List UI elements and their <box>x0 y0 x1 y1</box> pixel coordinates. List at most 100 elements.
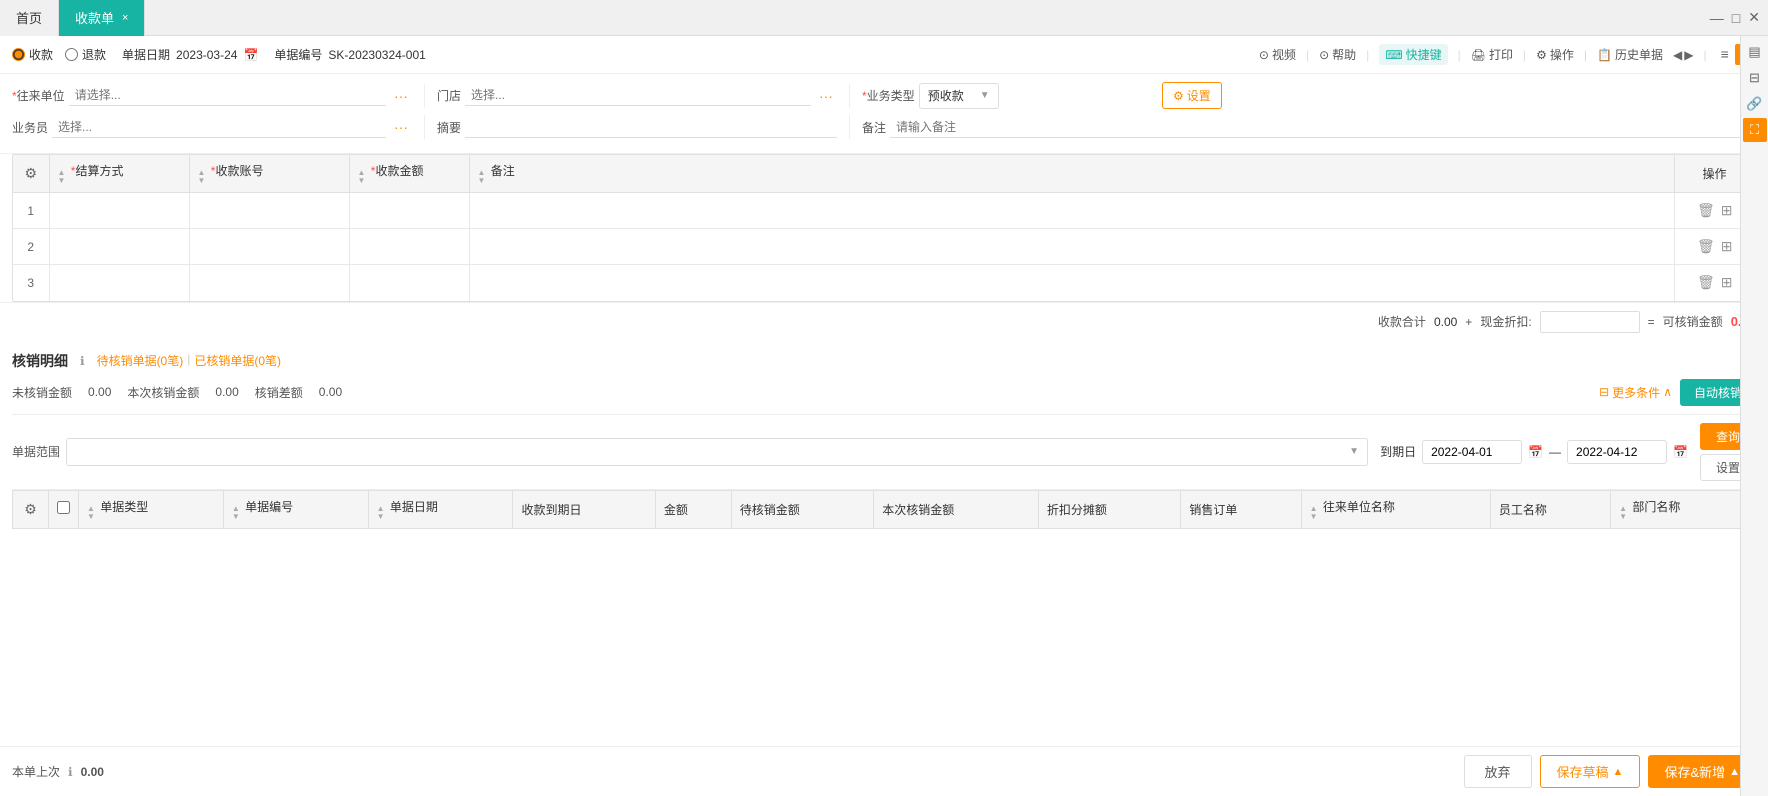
tab-shoukudan[interactable]: 收款单 × <box>59 0 145 36</box>
radio-shoukuan[interactable]: 收款 <box>12 46 53 63</box>
row-3-account[interactable] <box>189 265 349 301</box>
row-num-2: 2 <box>13 229 49 265</box>
bottom-col-type: ▲▼ 单据类型 <box>79 490 224 528</box>
row-1-delete-icon[interactable]: 🗑 <box>1697 202 1715 219</box>
tab-done[interactable]: 已核销单据(0笔) <box>194 352 281 369</box>
operate-btn[interactable]: ⚙ 操作 <box>1536 46 1574 63</box>
tab-home[interactable]: 首页 <box>0 0 59 36</box>
footer: 本单上次 ℹ 0.00 放弃 保存草稿 ▲ 保存&新增 ▲ <box>0 746 1768 796</box>
store-field: 门店 ··· <box>437 85 837 106</box>
row-1-copy-icon[interactable]: ⊞ <box>1721 202 1733 219</box>
bottom-select-all[interactable] <box>57 501 70 514</box>
verify-info-icon[interactable]: ℹ <box>80 354 85 368</box>
row-3-remark[interactable] <box>469 265 1675 301</box>
store-more-icon[interactable]: ··· <box>815 88 837 104</box>
bottom-table: ⚙ ▲▼ 单据类型 ▲▼ 单据编号 ▲▼ 单据日期 <box>12 490 1756 529</box>
tab-pending[interactable]: 待核销单据(0笔) <box>97 352 184 369</box>
settings-button[interactable]: ⚙ 设置 <box>1162 82 1222 109</box>
chevron-up-icon: ∧ <box>1663 385 1672 399</box>
bottom-col-counterparty: ▲▼ 往来单位名称 <box>1301 490 1490 528</box>
date-to-calendar-icon[interactable]: 📅 <box>1673 445 1688 459</box>
print-btn[interactable]: 🖨 打印 <box>1471 46 1513 63</box>
save-draft-button[interactable]: 保存草稿 ▲ <box>1540 755 1641 788</box>
nav-next-icon[interactable]: ▶ <box>1684 48 1693 62</box>
date-from-input[interactable] <box>1422 440 1522 464</box>
row-2-delete-icon[interactable]: 🗑 <box>1697 238 1715 255</box>
sidebar-list-icon[interactable]: ⊟ <box>1743 66 1767 90</box>
bottom-col-current: 本次核销金额 <box>874 490 1039 528</box>
row-2-remark[interactable] <box>469 229 1675 265</box>
history-icon: 📋 <box>1597 48 1612 62</box>
row-2-account[interactable] <box>189 229 349 265</box>
help-btn[interactable]: ⊙ 帮助 <box>1319 46 1356 63</box>
counterparty-field: *往来单位 ··· <box>12 85 412 106</box>
salesperson-input[interactable] <box>52 117 386 138</box>
col-amount: ▲▼ *收款金额 <box>349 155 469 193</box>
remark-input[interactable] <box>890 117 1756 138</box>
sidebar-expand-icon[interactable]: ⛶ <box>1743 118 1767 142</box>
date-calendar-icon[interactable]: 📅 <box>243 48 258 62</box>
row-3-copy-icon[interactable]: ⊞ <box>1721 274 1733 291</box>
minimize-icon[interactable]: — <box>1710 10 1724 26</box>
range-field: 单据范围 ▼ <box>12 438 1368 466</box>
table-header-row: ⚙ ▲▼ *结算方式 ▲▼ *收款账号 ▲▼ *收款金额 <box>13 155 1755 193</box>
history-btn[interactable]: 📋 历史单据 <box>1597 46 1663 63</box>
business-type-chevron-icon: ▼ <box>980 90 990 101</box>
footer-info-icon[interactable]: ℹ <box>68 765 73 779</box>
bottom-col-employee: 员工名称 <box>1490 490 1610 528</box>
layout-list-icon[interactable]: ≡ <box>1717 44 1733 65</box>
shortcut-btn[interactable]: ⌨ 快捷键 <box>1379 44 1447 65</box>
uncancelled-value: 0.00 <box>88 385 111 399</box>
business-type-select[interactable]: 预收款 ▼ <box>919 83 999 109</box>
footer-label: 本单上次 <box>12 763 60 780</box>
number-field: 单据编号 SK-20230324-001 <box>274 46 425 63</box>
discard-button[interactable]: 放弃 <box>1464 755 1532 788</box>
more-conditions-btn[interactable]: ⊟ 更多条件 ∧ <box>1599 379 1672 406</box>
tab-close-icon[interactable]: × <box>122 12 128 24</box>
footer-value: 0.00 <box>81 765 104 779</box>
filter-row: 单据范围 ▼ 到期日 📅 — 📅 查询 设置 <box>12 414 1756 490</box>
salesperson-more-icon[interactable]: ··· <box>390 119 412 135</box>
nav-prev-icon[interactable]: ◀ <box>1673 48 1682 62</box>
bottom-col-amount: 金额 <box>655 490 731 528</box>
date-from-calendar-icon[interactable]: 📅 <box>1528 445 1543 459</box>
nav-arrows: ◀ ▶ <box>1673 48 1693 62</box>
bottom-col-settings: ⚙ <box>13 490 49 528</box>
store-input[interactable] <box>465 85 811 106</box>
date-to-input[interactable] <box>1567 440 1667 464</box>
sidebar-table-icon[interactable]: ▤ <box>1743 40 1767 64</box>
bottom-col-sales-order: 销售订单 <box>1181 490 1301 528</box>
maximize-icon[interactable]: □ <box>1732 10 1740 26</box>
row-num-1: 1 <box>13 193 49 229</box>
summary-input[interactable] <box>465 117 837 138</box>
row-3-amount[interactable] <box>349 265 469 301</box>
row-2-copy-icon[interactable]: ⊞ <box>1721 238 1733 255</box>
form-row-2: 业务员 ··· 摘要 备注 <box>12 115 1756 139</box>
close-icon[interactable]: ✕ <box>1748 9 1760 26</box>
counterparty-input[interactable] <box>69 85 386 106</box>
summary-row: 收款合计 0.00 + 现金折扣: = 可核销金额 0.00 <box>0 302 1768 341</box>
row-1-remark[interactable] <box>469 193 1675 229</box>
bottom-table-settings-icon[interactable]: ⚙ <box>24 501 37 517</box>
row-2-settlement[interactable] <box>49 229 189 265</box>
sidebar-link-icon[interactable]: 🔗 <box>1743 92 1767 116</box>
counterparty-more-icon[interactable]: ··· <box>390 88 412 104</box>
type-radio-group: 收款 退款 <box>12 46 106 63</box>
range-select[interactable]: ▼ <box>66 438 1368 466</box>
row-1-amount[interactable] <box>349 193 469 229</box>
right-sidebar: ▤ ⊟ 🔗 ⛶ <box>1740 36 1768 796</box>
toolbar: 收款 退款 单据日期 2023-03-24 📅 单据编号 SK-20230324… <box>0 36 1768 74</box>
row-3-settlement[interactable] <box>49 265 189 301</box>
discount-input[interactable] <box>1540 311 1640 333</box>
form-row-1: *往来单位 ··· 门店 ··· *业务类型 预收款 ▼ ⚙ 设置 <box>12 82 1756 109</box>
row-1-settlement[interactable] <box>49 193 189 229</box>
row-3-delete-icon[interactable]: 🗑 <box>1697 274 1715 291</box>
row-2-amount[interactable] <box>349 229 469 265</box>
radio-tuikuan[interactable]: 退款 <box>65 46 106 63</box>
row-1-account[interactable] <box>189 193 349 229</box>
main-content: 收款 退款 单据日期 2023-03-24 📅 单据编号 SK-20230324… <box>0 36 1768 796</box>
verify-stats: 未核销金额 0.00 本次核销金额 0.00 核销差额 0.00 ⊟ 更多条件 … <box>12 379 1756 406</box>
video-btn[interactable]: ⊙ 视频 <box>1259 46 1296 63</box>
table-settings-icon[interactable]: ⚙ <box>24 165 37 181</box>
bottom-col-checkbox <box>49 490 79 528</box>
